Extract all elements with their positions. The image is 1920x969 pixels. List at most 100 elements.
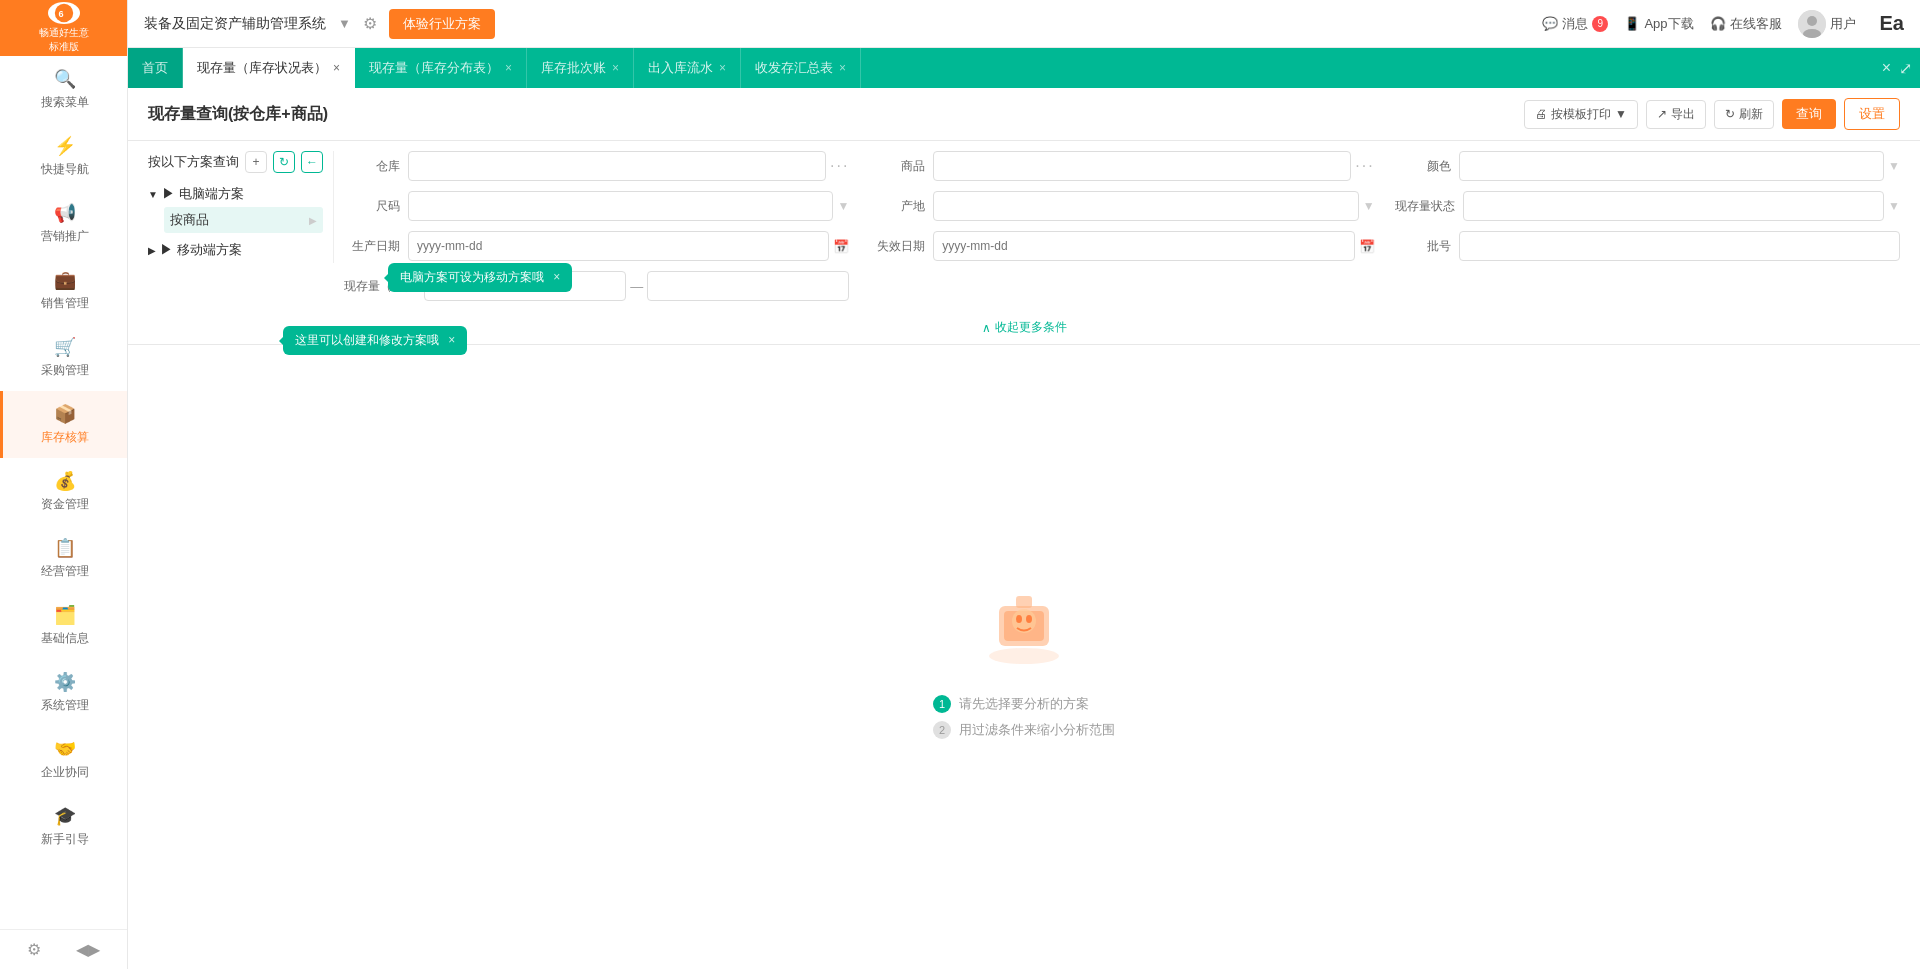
expiry-date-filter-row: 失效日期 📅: [869, 231, 1374, 261]
origin-input[interactable]: [933, 191, 1358, 221]
tab-inventory-dist[interactable]: 现存量（库存分布表） ×: [355, 48, 527, 88]
tooltip2-close-button[interactable]: ×: [448, 333, 455, 347]
stock-status-filter-row: 现存量状态 ▼: [1395, 191, 1900, 221]
scheme-item-label: 按商品: [170, 211, 209, 229]
template-print-button[interactable]: 🖨 按模板打印 ▼: [1524, 100, 1638, 129]
logo-icon: 6: [48, 2, 80, 24]
expiry-date-input[interactable]: [933, 231, 1354, 261]
avatar: [1798, 10, 1826, 38]
product-dots[interactable]: ···: [1355, 157, 1374, 175]
warehouse-input[interactable]: [408, 151, 826, 181]
notification-button[interactable]: 💬 消息 9: [1542, 15, 1608, 33]
desktop-scheme-items: 按商品 ▶: [148, 207, 323, 233]
filter-header-label: 按以下方案查询: [148, 153, 239, 171]
origin-label: 产地: [869, 198, 925, 215]
user-name-label: 用户: [1830, 15, 1856, 33]
close-all-tabs-button[interactable]: ×: [1882, 59, 1891, 78]
warehouse-dots[interactable]: ···: [830, 157, 849, 175]
refresh-button[interactable]: ↻ 刷新: [1714, 100, 1774, 129]
recv-send-summary-tab-close[interactable]: ×: [839, 61, 846, 75]
brand-name: 畅通好生意: [39, 26, 89, 40]
scheme-item-by-product[interactable]: 按商品 ▶: [164, 207, 323, 233]
desktop-scheme-group[interactable]: ▼ ▶ 电脑端方案: [148, 181, 323, 207]
svg-rect-11: [1016, 596, 1032, 608]
step1-text: 请先选择要分析的方案: [959, 695, 1089, 713]
system-dropdown-icon[interactable]: ▼: [338, 16, 351, 31]
headset-icon: 🎧: [1710, 16, 1726, 31]
stock-status-input[interactable]: [1463, 191, 1884, 221]
empty-steps: 1 请先选择要分析的方案 2 用过滤条件来缩小分析范围: [933, 695, 1115, 739]
inventory-dist-tab-close[interactable]: ×: [505, 61, 512, 75]
sidebar-item-label: 营销推广: [41, 228, 89, 245]
svg-point-3: [1807, 16, 1817, 26]
sidebar-item-quick-nav[interactable]: ⚡ 快捷导航: [0, 123, 127, 190]
gear-icon: ⚙️: [54, 671, 76, 693]
batch-input[interactable]: [1459, 231, 1900, 261]
back-scheme-button[interactable]: ←: [301, 151, 323, 173]
batch-ledger-tab-close[interactable]: ×: [612, 61, 619, 75]
sidebar-item-operation[interactable]: 📋 经营管理: [0, 525, 127, 592]
sidebar-item-label: 采购管理: [41, 362, 89, 379]
scheme-item-arrow: ▶: [309, 215, 317, 226]
header-left: 装备及固定资产辅助管理系统 ▼ ⚙ 体验行业方案: [144, 9, 495, 39]
printer-icon: 🖨: [1535, 107, 1547, 121]
product-label: 商品: [869, 158, 925, 175]
sidebar-item-purchase[interactable]: 🛒 采购管理: [0, 324, 127, 391]
refresh-scheme-button[interactable]: ↻: [273, 151, 295, 173]
app-download-label: App下载: [1644, 15, 1693, 33]
sidebar-item-inventory[interactable]: 📦 库存核算: [0, 391, 127, 458]
sidebar-item-finance[interactable]: 💰 资金管理: [0, 458, 127, 525]
app-download-button[interactable]: 📱 App下载: [1624, 15, 1693, 33]
sidebar-item-search-menu[interactable]: 🔍 搜索菜单: [0, 56, 127, 123]
sidebar-item-guide[interactable]: 🎓 新手引导: [0, 793, 127, 860]
stock-status-dropdown-arrow[interactable]: ▼: [1888, 199, 1900, 213]
industry-solution-button[interactable]: 体验行业方案: [389, 9, 495, 39]
box-icon: 📦: [54, 403, 76, 425]
tab-batch-ledger[interactable]: 库存批次账 ×: [527, 48, 634, 88]
sidebar-item-system[interactable]: ⚙️ 系统管理: [0, 659, 127, 726]
tab-recv-send-summary[interactable]: 收发存汇总表 ×: [741, 48, 861, 88]
product-input[interactable]: [933, 151, 1351, 181]
step2-text: 用过滤条件来缩小分析范围: [959, 721, 1115, 739]
collapse-icon[interactable]: ◀▶: [76, 940, 100, 959]
origin-dropdown-arrow[interactable]: ▼: [1363, 199, 1375, 213]
sidebar-item-sales[interactable]: 💼 销售管理: [0, 257, 127, 324]
color-input[interactable]: [1459, 151, 1884, 181]
settings-icon[interactable]: ⚙: [363, 14, 377, 33]
add-scheme-button[interactable]: +: [245, 151, 267, 173]
in-out-flow-tab-close[interactable]: ×: [719, 61, 726, 75]
maximize-button[interactable]: ⤢: [1899, 59, 1912, 78]
collapse-more-button[interactable]: ∧ 收起更多条件: [982, 319, 1067, 336]
tooltip1-close-button[interactable]: ×: [553, 270, 560, 284]
cart-icon: 🛒: [54, 336, 76, 358]
svg-text:6: 6: [58, 9, 63, 19]
lightning-icon: ⚡: [54, 135, 76, 157]
handshake-icon: 🤝: [54, 738, 76, 760]
sidebar-item-marketing[interactable]: 📢 营销推广: [0, 190, 127, 257]
user-menu[interactable]: 用户: [1798, 10, 1856, 38]
stock-qty-max-input[interactable]: [647, 271, 849, 301]
online-service-button[interactable]: 🎧 在线客服: [1710, 15, 1782, 33]
production-date-input[interactable]: [408, 231, 829, 261]
tab-inventory-status[interactable]: 现存量（库存状况表） ×: [183, 48, 355, 88]
size-dropdown-arrow[interactable]: ▼: [837, 199, 849, 213]
collapse-arrow-mobile: ▶: [148, 245, 156, 256]
tab-home[interactable]: 首页: [128, 48, 183, 88]
sidebar-item-basic[interactable]: 🗂️ 基础信息: [0, 592, 127, 659]
warehouse-label: 仓库: [344, 158, 400, 175]
color-dropdown-arrow[interactable]: ▼: [1888, 159, 1900, 173]
tabs-actions: × ⤢: [1874, 59, 1920, 78]
query-button[interactable]: 查询: [1782, 99, 1836, 129]
empty-state: 1 请先选择要分析的方案 2 用过滤条件来缩小分析范围: [128, 345, 1920, 969]
size-input[interactable]: [408, 191, 833, 221]
tab-in-out-flow[interactable]: 出入库流水 ×: [634, 48, 741, 88]
home-tab-label: 首页: [142, 59, 168, 77]
sidebar-item-enterprise[interactable]: 🤝 企业协同: [0, 726, 127, 793]
export-button[interactable]: ↗ 导出: [1646, 100, 1706, 129]
mobile-scheme-group[interactable]: ▶ ▶ 移动端方案: [148, 237, 323, 263]
inventory-status-tab-close[interactable]: ×: [333, 61, 340, 75]
page-actions: 🖨 按模板打印 ▼ ↗ 导出 ↻ 刷新 查询 设置: [1524, 98, 1900, 130]
edition-label: 标准版: [49, 40, 79, 54]
settings-button[interactable]: 设置: [1844, 98, 1900, 130]
settings-bottom-icon[interactable]: ⚙: [27, 940, 41, 959]
